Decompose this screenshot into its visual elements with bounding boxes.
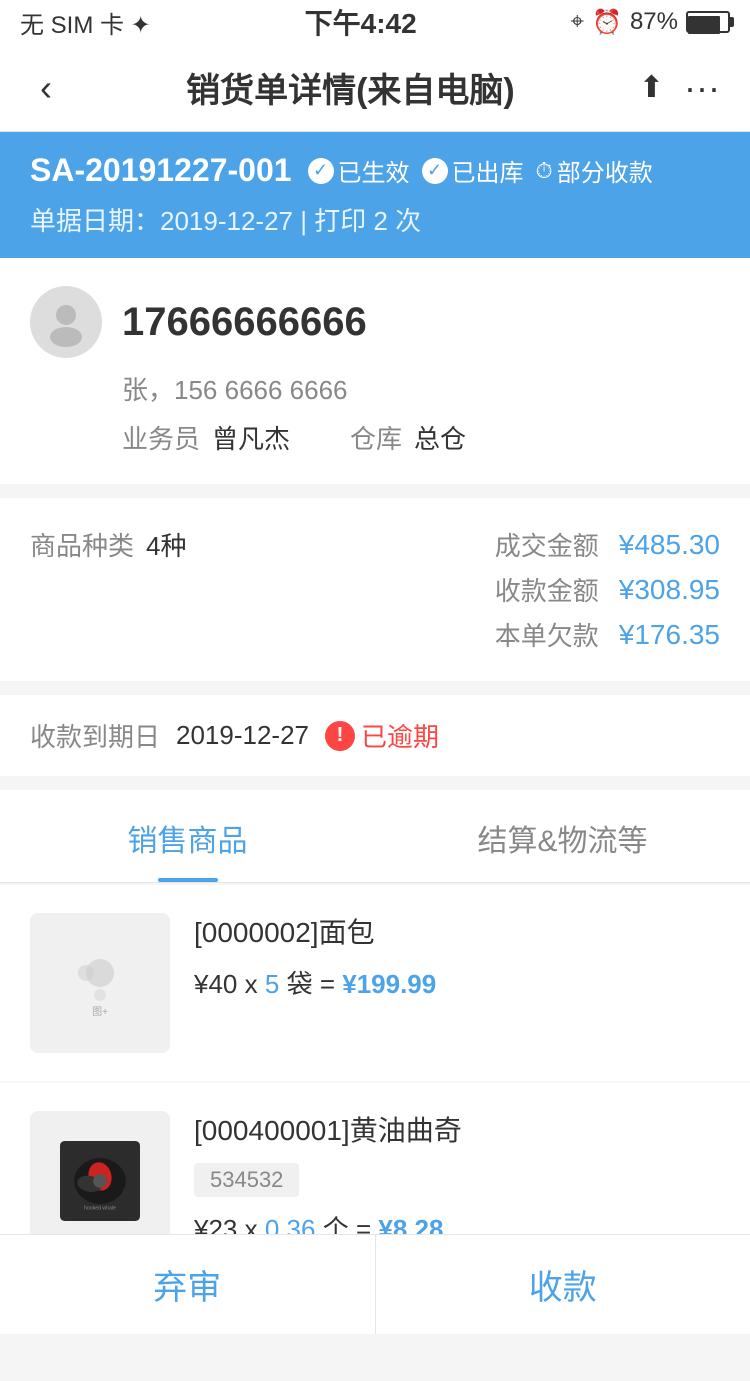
- order-header-top: SA-20191227-001 ✓ 已生效 ✓ 已出库 ⏱ 部分收款: [30, 152, 720, 189]
- status-active: ✓ 已生效: [308, 153, 410, 188]
- table-row: 图+ [0000002]面包 ¥40 x 5 袋 = ¥199.99: [0, 885, 750, 1081]
- sales-label: 业务员: [122, 419, 200, 456]
- warehouse-info: 仓库 总仓: [350, 419, 466, 456]
- product-total-1: ¥199.99: [342, 969, 436, 999]
- tab-settlement-label: 结算&物流等: [477, 825, 647, 858]
- confirm-button[interactable]: 收款: [376, 1235, 750, 1334]
- received-row: 收款金额 ¥308.95: [495, 571, 720, 608]
- amount-stats: 成交金额 ¥485.30 收款金额 ¥308.95 本单欠款 ¥176.35: [495, 526, 720, 653]
- check-icon-2: ✓: [422, 158, 448, 184]
- product-details-2: [000400001]黄油曲奇 534532 ¥23 x 0.36 个 = ¥8…: [194, 1111, 720, 1246]
- divider-3: [0, 778, 750, 790]
- product-price-1: ¥40 x 5 袋 = ¥199.99: [194, 964, 720, 1001]
- order-date-info: 单据日期：2019-12-27 | 打印 2 次: [30, 201, 720, 238]
- sim-status: 无 SIM 卡 ✦: [20, 5, 151, 40]
- avatar-icon: [41, 297, 91, 347]
- status-shipped-label: 已出库: [452, 153, 524, 188]
- due-amount-label: 本单欠款: [495, 616, 599, 653]
- stats-section: 商品种类 4种 成交金额 ¥485.30 收款金额 ¥308.95 本单欠款 ¥…: [0, 498, 750, 681]
- warehouse-label: 仓库: [350, 419, 402, 456]
- svg-text:hooked whale: hooked whale: [84, 1206, 116, 1212]
- product-name-2: [000400001]黄油曲奇: [194, 1111, 720, 1150]
- amount-label: 成交金额: [495, 526, 599, 563]
- product-list: 图+ [0000002]面包 ¥40 x 5 袋 = ¥199.99: [0, 885, 750, 1279]
- category-stat: 商品种类 4种: [30, 526, 186, 563]
- nav-actions: ⬆︎ ···: [639, 67, 720, 109]
- due-amount-row: 本单欠款 ¥176.35: [495, 616, 720, 653]
- product-batch-2: 534532: [194, 1163, 299, 1197]
- customer-meta: 业务员 曾凡杰 仓库 总仓: [30, 419, 720, 456]
- product-placeholder-icon: 图+: [60, 943, 140, 1023]
- amount-value: ¥485.30: [619, 529, 720, 561]
- tab-sales-products[interactable]: 销售商品: [0, 790, 375, 882]
- sales-value: 曾凡杰: [212, 419, 290, 456]
- overdue-icon: !: [325, 721, 355, 751]
- status-time: 下午4:42: [305, 2, 417, 42]
- nav-bar: ‹ 销货单详情(来自电脑) ⬆︎ ···: [0, 44, 750, 132]
- status-bar: 无 SIM 卡 ✦ 下午4:42 ⌖ ⏰ 87%: [0, 0, 750, 44]
- order-status-tags: ✓ 已生效 ✓ 已出库 ⏱ 部分收款: [308, 153, 653, 188]
- due-section: 收款到期日 2019-12-27 ! 已逾期: [0, 695, 750, 776]
- status-right: ⌖ ⏰ 87%: [571, 8, 730, 37]
- divider-1: [0, 486, 750, 498]
- product-image-2: hooked whale: [60, 1141, 140, 1221]
- customer-section: 17666666666 张，156 6666 6666 业务员 曾凡杰 仓库 总…: [0, 258, 750, 484]
- product-name-1: [0000002]面包: [194, 913, 720, 952]
- status-active-label: 已生效: [338, 153, 410, 188]
- confirm-label: 收款: [529, 1260, 597, 1309]
- warehouse-value: 总仓: [414, 419, 466, 456]
- cancel-button[interactable]: 弃审: [0, 1235, 376, 1334]
- bottom-bar: 弃审 收款: [0, 1234, 750, 1334]
- status-partial: ⏱ 部分收款: [536, 153, 653, 188]
- product-qty-1: 5: [265, 969, 279, 999]
- received-value: ¥308.95: [619, 574, 720, 606]
- alarm-icon: ⏰: [592, 8, 622, 37]
- product-thumbnail-1: 图+: [30, 913, 170, 1053]
- product-details-1: [0000002]面包 ¥40 x 5 袋 = ¥199.99: [194, 913, 720, 1001]
- customer-id-row: 17666666666: [30, 286, 720, 358]
- tabs-section: 销售商品 结算&物流等: [0, 790, 750, 883]
- customer-avatar: [30, 286, 102, 358]
- sales-person: 业务员 曾凡杰: [122, 419, 290, 456]
- back-button[interactable]: ‹: [30, 57, 62, 119]
- category-label: 商品种类: [30, 526, 134, 563]
- customer-phone: 17666666666: [122, 300, 367, 345]
- clock-icon: ⏱: [536, 158, 553, 184]
- product-unit-price-1: ¥40: [194, 969, 237, 999]
- customer-contact: 张，156 6666 6666: [30, 370, 720, 407]
- tab-settlement[interactable]: 结算&物流等: [375, 790, 750, 882]
- battery-status: 87%: [630, 8, 678, 36]
- product-equals-1: =: [320, 969, 342, 999]
- category-value: 4种: [146, 526, 186, 563]
- page-title: 销货单详情(来自电脑): [186, 63, 515, 112]
- product-unit-1: 袋: [287, 969, 313, 999]
- battery-icon: [686, 11, 730, 33]
- cancel-label: 弃审: [153, 1260, 221, 1309]
- order-id: SA-20191227-001: [30, 152, 292, 189]
- status-left: 无 SIM 卡 ✦: [20, 5, 151, 40]
- tab-sales-label: 销售商品: [128, 825, 248, 858]
- more-button[interactable]: ···: [684, 67, 720, 109]
- received-label: 收款金额: [495, 571, 599, 608]
- due-date-label: 收款到期日: [30, 717, 160, 754]
- order-header-banner: SA-20191227-001 ✓ 已生效 ✓ 已出库 ⏱ 部分收款 单据日期：…: [0, 132, 750, 258]
- location-icon: ⌖: [571, 8, 585, 36]
- divider-2: [0, 683, 750, 695]
- overdue-badge: ! 已逾期: [325, 717, 439, 754]
- due-date-value: 2019-12-27: [176, 720, 309, 751]
- tabs-row: 销售商品 结算&物流等: [0, 790, 750, 883]
- share-button[interactable]: ⬆︎: [639, 70, 664, 105]
- amount-row: 成交金额 ¥485.30: [495, 526, 720, 563]
- product-thumbnail-2: hooked whale: [30, 1111, 170, 1251]
- svg-text:图+: 图+: [92, 1006, 108, 1018]
- check-icon-1: ✓: [308, 158, 334, 184]
- overdue-text: 已逾期: [361, 717, 439, 754]
- product-multiply-1: x: [245, 969, 265, 999]
- due-amount-value: ¥176.35: [619, 619, 720, 651]
- status-shipped: ✓ 已出库: [422, 153, 524, 188]
- status-partial-label: 部分收款: [557, 153, 653, 188]
